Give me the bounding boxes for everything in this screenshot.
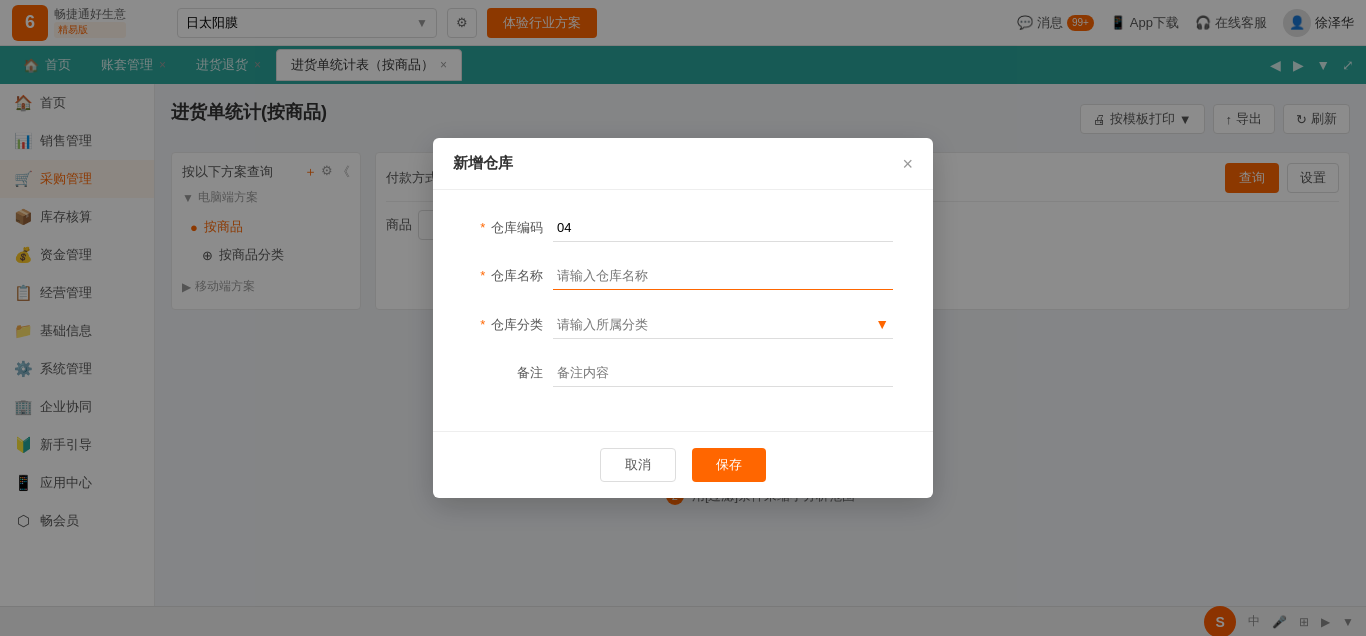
modal-body: * 仓库编码 * 仓库名称 * 仓库分类 ▼ (433, 190, 933, 431)
category-input[interactable] (557, 317, 875, 332)
remark-label: 备注 (473, 364, 553, 382)
name-label: * 仓库名称 (473, 267, 553, 285)
form-row-category: * 仓库分类 ▼ (473, 310, 893, 339)
warehouse-code-input[interactable] (553, 214, 893, 242)
warehouse-name-input[interactable] (553, 262, 893, 290)
modal-footer: 取消 保存 (433, 431, 933, 498)
warehouse-category-select[interactable]: ▼ (553, 310, 893, 339)
add-warehouse-modal: 新增仓库 × * 仓库编码 * 仓库名称 * (433, 138, 933, 498)
code-label: * 仓库编码 (473, 219, 553, 237)
modal-title: 新增仓库 (453, 154, 513, 173)
form-row-name: * 仓库名称 (473, 262, 893, 290)
category-label: * 仓库分类 (473, 316, 553, 334)
cancel-button[interactable]: 取消 (600, 448, 676, 482)
modal-close-button[interactable]: × (902, 155, 913, 173)
modal-overlay: 新增仓库 × * 仓库编码 * 仓库名称 * (0, 0, 1366, 636)
warehouse-remark-input[interactable] (553, 359, 893, 387)
form-row-code: * 仓库编码 (473, 214, 893, 242)
save-button[interactable]: 保存 (692, 448, 766, 482)
category-arrow-icon: ▼ (875, 316, 889, 332)
modal-header: 新增仓库 × (433, 138, 933, 190)
form-row-remark: 备注 (473, 359, 893, 387)
